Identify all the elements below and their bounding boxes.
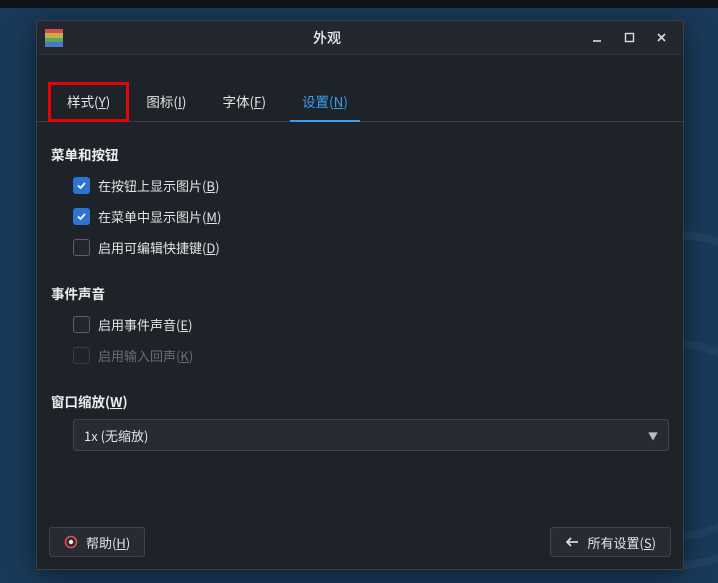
checkbox-event-sounds[interactable]	[73, 316, 90, 333]
arrow-left-icon	[565, 532, 579, 552]
window-title: 外观	[71, 28, 583, 48]
label-input-feedback: 启用输入回声(K)	[98, 346, 193, 365]
minimize-button[interactable]	[583, 27, 611, 49]
section-heading-sounds: 事件声音	[51, 283, 669, 303]
checkbox-editable-accel[interactable]	[73, 239, 90, 256]
help-button[interactable]: 帮助(H)	[49, 527, 145, 557]
window-scaling-combo[interactable]: 1x (无缩放) ▼	[73, 419, 669, 451]
tab-icons[interactable]: 图标(I)	[128, 83, 204, 121]
appearance-icon	[45, 29, 63, 47]
tab-label: 字体(F)	[222, 91, 266, 111]
help-label: 帮助(H)	[86, 533, 130, 552]
tab-settings[interactable]: 设置(N)	[284, 83, 366, 121]
help-icon	[64, 535, 78, 549]
tab-style[interactable]: 样式(Y)	[49, 83, 128, 121]
maximize-button[interactable]	[615, 27, 643, 49]
label-show-images-buttons[interactable]: 在按钮上显示图片(B)	[98, 176, 219, 195]
tab-label: 设置(N)	[302, 91, 348, 111]
section-heading-menus: 菜单和按钮	[51, 144, 669, 164]
tab-label: 图标(I)	[146, 91, 186, 111]
tab-label: 样式(Y)	[67, 91, 110, 111]
all-settings-label: 所有设置(S)	[587, 533, 656, 552]
titlebar[interactable]: 外观	[37, 21, 683, 55]
content-area: 菜单和按钮 在按钮上显示图片(B) 在菜单中显示图片(M) 启用可编辑快捷键(D…	[37, 122, 683, 517]
all-settings-button[interactable]: 所有设置(S)	[550, 527, 671, 557]
chevron-down-icon: ▼	[648, 428, 658, 443]
label-editable-accel[interactable]: 启用可编辑快捷键(D)	[98, 238, 220, 257]
label-event-sounds[interactable]: 启用事件声音(E)	[98, 315, 192, 334]
tabbar: 样式(Y) 图标(I) 字体(F) 设置(N)	[37, 83, 683, 122]
close-button[interactable]	[647, 27, 675, 49]
section-heading-scaling: 窗口缩放(W)	[51, 391, 669, 411]
checkbox-show-images-menus[interactable]	[73, 208, 90, 225]
checkbox-input-feedback	[73, 347, 90, 364]
label-show-images-menus[interactable]: 在菜单中显示图片(M)	[98, 207, 221, 226]
appearance-window: 外观 样式(Y) 图标(I) 字体(F) 设置(N) 菜单和按钮	[36, 20, 684, 570]
combo-value: 1x (无缩放)	[84, 426, 148, 445]
tab-fonts[interactable]: 字体(F)	[204, 83, 284, 121]
checkbox-show-images-buttons[interactable]	[73, 177, 90, 194]
